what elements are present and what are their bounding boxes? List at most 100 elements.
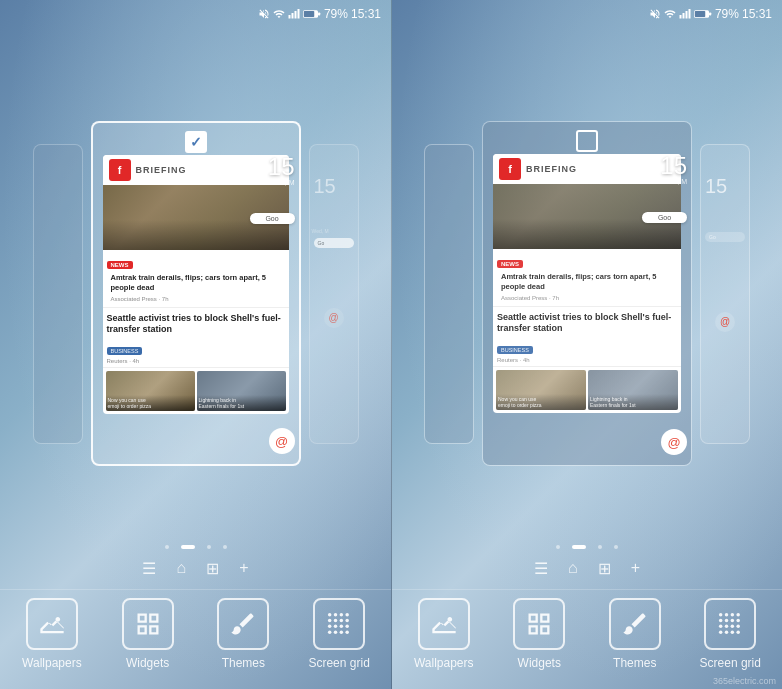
svg-rect-5 [318,13,320,16]
main-card-right[interactable]: f BRIEFING NEWS Amtrak train derails, fl… [482,121,692,466]
widgets-label-left: Widgets [126,656,169,670]
bottom-menu-right: Wallpapers Widgets Themes [392,589,782,689]
svg-point-36 [731,619,735,623]
nav-dot-1 [165,545,169,549]
menu-wallpapers-right[interactable]: Wallpapers [396,598,492,670]
screens-container-right: f BRIEFING NEWS Amtrak train derails, fl… [392,111,782,476]
svg-point-22 [346,630,350,634]
mute-icon-right [649,8,661,20]
flipboard-logo-left: f [109,159,131,181]
right-side-card-left: 15 Wed, M Go @ [309,144,359,444]
svg-point-21 [340,630,344,634]
bottom-toolbar-left: ☰ ⌂ ⊞ + [0,553,391,584]
signal-icon-right [679,8,691,20]
svg-point-8 [334,613,338,617]
clock-date-right: Wed, M [660,178,687,185]
thumb2-right: Lightning back in Eastern finals for 1st [588,370,678,410]
side-card-right-right: 15 Go @ [700,144,750,444]
news-tag-right: NEWS [497,260,523,268]
nav-dot-r1 [556,545,560,549]
home-content-right: f BRIEFING NEWS Amtrak train derails, fl… [392,28,782,559]
screengrid-icon-right [716,610,744,638]
widgets-label-right: Widgets [518,656,561,670]
svg-point-34 [719,619,723,623]
news-headline1-left: Amtrak train derails, flips; cars torn a… [107,271,285,295]
screengrid-label-left: Screen grid [308,656,369,670]
menu-themes-right[interactable]: Themes [587,598,683,670]
home-icon-right[interactable]: ⌂ [568,559,578,578]
svg-point-20 [334,630,338,634]
news-tag-left: NEWS [107,261,133,269]
menu-screengrid-left[interactable]: Screen grid [291,598,387,670]
battery-icon [303,8,321,20]
nav-dot-2-active [181,545,195,549]
screengrid-icon-box-left [313,598,365,650]
news-thumbs-right: Now you can use emoji to order pizza Lig… [493,367,681,413]
svg-point-18 [346,625,350,629]
svg-rect-26 [688,9,690,19]
screens-container-left: f BRIEFING NEWS Amtrak train derails, fl… [0,111,391,476]
side-card-right-left [424,144,474,444]
widgets-icon-box-right [513,598,565,650]
svg-point-17 [340,625,344,629]
screengrid-label-right: Screen grid [700,656,761,670]
menu-icon-left[interactable]: ☰ [142,559,156,578]
widgets-icon-right [525,610,553,638]
svg-point-33 [737,613,741,617]
menu-wallpapers-left[interactable]: Wallpapers [4,598,100,670]
google-bar-left: Goo [250,213,295,224]
svg-point-31 [725,613,729,617]
widgets-icon-left [134,610,162,638]
briefing-label-right: BRIEFING [526,164,577,174]
svg-point-40 [731,625,735,629]
news-thumbs-left: Now you can use emoji to order pizza Lig… [103,368,289,414]
status-bar-right: 79% 15:31 [392,0,782,28]
battery-percent-right: 79% [715,7,739,21]
svg-point-45 [737,630,741,634]
briefing-label-left: BRIEFING [136,165,187,175]
add-icon-left[interactable]: + [239,559,248,578]
nav-dot-r4 [614,545,618,549]
clock-hour-left: 15 [268,155,295,179]
google-bar-right: Goo [642,212,687,223]
svg-rect-0 [288,15,290,19]
svg-point-11 [328,619,332,623]
news-headline2-left: Seattle activist tries to block Shell's … [103,308,289,339]
svg-point-39 [725,625,729,629]
thumb1-left: Now you can use emoji to order pizza [106,371,195,411]
menu-icon-right[interactable]: ☰ [534,559,548,578]
grid-icon-left[interactable]: ⊞ [206,559,219,578]
grid-icon-right[interactable]: ⊞ [598,559,611,578]
news-headline1-right: Amtrak train derails, flips; cars torn a… [497,270,677,294]
svg-point-10 [346,613,350,617]
battery-percent-left: 79% [324,7,348,21]
clock-date-left: Wed, M [268,179,295,186]
watermark: 365electric.com [713,676,776,686]
wallpapers-icon-box-left [26,598,78,650]
status-icons-left: 79% 15:31 [258,7,381,21]
menu-widgets-right[interactable]: Widgets [492,598,588,670]
menu-widgets-left[interactable]: Widgets [100,598,196,670]
mountain-icon-right [430,610,458,638]
main-card-left[interactable]: f BRIEFING NEWS Amtrak train derails, fl… [91,121,301,466]
menu-screengrid-right[interactable]: Screen grid [683,598,779,670]
home-icon-left[interactable]: ⌂ [176,559,186,578]
add-icon-right[interactable]: + [631,559,640,578]
news-tag2-right: BUSINESS [497,346,533,354]
news-widget-right: f BRIEFING NEWS Amtrak train derails, fl… [493,154,681,413]
screengrid-icon-box-right [704,598,756,650]
svg-rect-25 [685,11,687,19]
menu-themes-left[interactable]: Themes [196,598,292,670]
svg-point-13 [340,619,344,623]
svg-point-15 [328,625,332,629]
themes-icon-left [229,610,257,638]
news-source2-right: Reuters · 4h [493,356,681,366]
svg-point-42 [719,630,723,634]
svg-point-30 [719,613,723,617]
check-indicator-left [185,131,207,153]
email-icon-right: @ [661,429,687,455]
svg-point-41 [737,625,741,629]
news-widget-left: f BRIEFING NEWS Amtrak train derails, fl… [103,155,289,414]
news-source1-left: Associated Press · 7h [107,295,285,305]
svg-rect-3 [297,9,299,19]
